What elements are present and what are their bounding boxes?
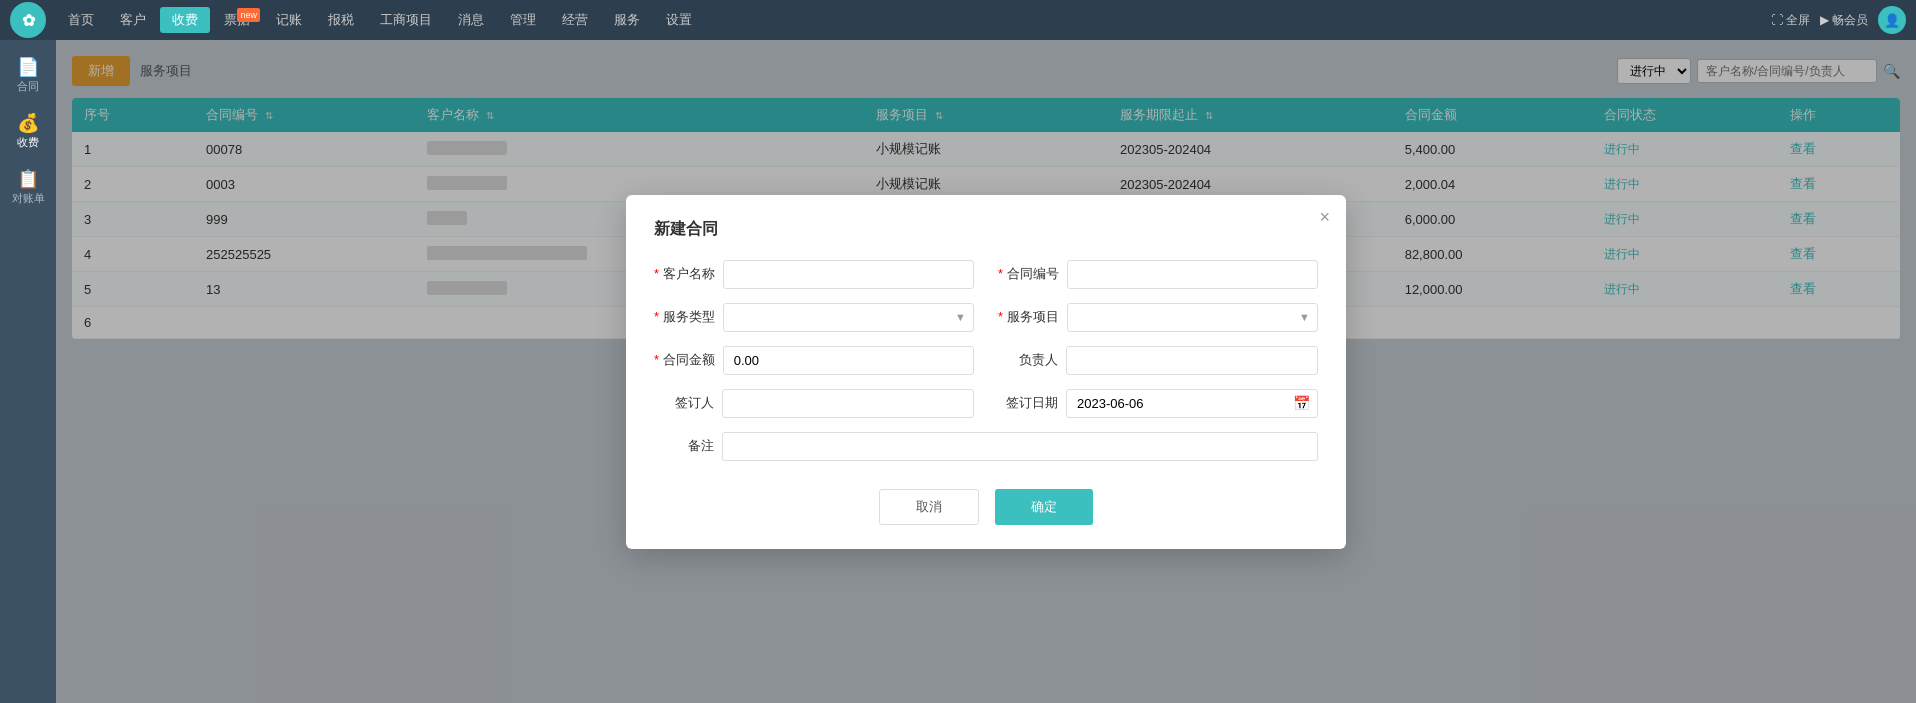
- sidebar-item-contract[interactable]: 📄 合同: [0, 50, 56, 102]
- remark-row: 备注: [654, 432, 1318, 461]
- signer-label: 签订人: [654, 394, 714, 412]
- nav-items: 首页 客户 收费 票据 new 记账 报税 工商项目 消息 管理 经营 服务 设…: [56, 7, 1771, 33]
- new-badge: new: [237, 8, 260, 22]
- statement-icon: 📋: [17, 170, 39, 188]
- contract-amount-input[interactable]: [723, 346, 974, 375]
- contract-no-label: 合同编号: [998, 265, 1059, 283]
- cancel-button[interactable]: 取消: [879, 489, 979, 525]
- sign-date-wrapper: 📅: [1066, 389, 1318, 418]
- play-icon: ▶: [1820, 13, 1829, 27]
- confirm-button[interactable]: 确定: [995, 489, 1093, 525]
- service-item-select[interactable]: [1067, 303, 1318, 332]
- contract-amount-label: 合同金额: [654, 351, 715, 369]
- sidebar-label-statement: 对账单: [12, 191, 45, 206]
- modal-overlay: 新建合同 × 客户名称 合同编号 服务类型: [56, 40, 1916, 703]
- customer-name-input[interactable]: [723, 260, 974, 289]
- new-contract-modal: 新建合同 × 客户名称 合同编号 服务类型: [626, 195, 1346, 549]
- billing-icon: 💰: [17, 114, 39, 132]
- contract-amount-row: 合同金额: [654, 346, 974, 375]
- nav-business[interactable]: 工商项目: [368, 7, 444, 33]
- sidebar: 📄 合同 💰 收费 📋 对账单: [0, 40, 56, 703]
- sign-date-input[interactable]: [1066, 389, 1318, 418]
- nav-settings[interactable]: 设置: [654, 7, 704, 33]
- contract-no-row: 合同编号: [998, 260, 1318, 289]
- app-logo: ✿: [10, 2, 46, 38]
- service-type-select[interactable]: [723, 303, 974, 332]
- top-nav-right: ⛶ 全屏 ▶ 畅会员 👤: [1771, 6, 1906, 34]
- service-type-row: 服务类型 ▼: [654, 303, 974, 332]
- service-item-label: 服务项目: [998, 308, 1059, 326]
- fullscreen-icon: ⛶: [1771, 13, 1783, 27]
- nav-home[interactable]: 首页: [56, 7, 106, 33]
- service-type-wrapper: ▼: [723, 303, 974, 332]
- contract-icon: 📄: [17, 58, 39, 76]
- logo-text: ✿: [22, 11, 35, 30]
- signer-input[interactable]: [722, 389, 974, 418]
- user-avatar[interactable]: 👤: [1878, 6, 1906, 34]
- member-button[interactable]: ▶ 畅会员: [1820, 12, 1868, 29]
- sidebar-item-statement[interactable]: 📋 对账单: [0, 162, 56, 214]
- remark-input[interactable]: [722, 432, 1318, 461]
- top-navigation: ✿ 首页 客户 收费 票据 new 记账 报税 工商项目 消息 管理 经营 服务…: [0, 0, 1916, 40]
- responsible-input[interactable]: [1066, 346, 1318, 375]
- nav-operation[interactable]: 经营: [550, 7, 600, 33]
- service-item-wrapper: ▼: [1067, 303, 1318, 332]
- modal-footer: 取消 确定: [654, 489, 1318, 525]
- signer-row: 签订人: [654, 389, 974, 418]
- sign-date-row: 签订日期 📅: [998, 389, 1318, 418]
- nav-manage[interactable]: 管理: [498, 7, 548, 33]
- form-grid: 客户名称 合同编号 服务类型 ▼: [654, 260, 1318, 461]
- nav-customer[interactable]: 客户: [108, 7, 158, 33]
- nav-invoice[interactable]: 票据 new: [212, 7, 262, 33]
- sidebar-label-contract: 合同: [17, 79, 39, 94]
- customer-name-label: 客户名称: [654, 265, 715, 283]
- nav-billing[interactable]: 收费: [160, 7, 210, 33]
- responsible-row: 负责人: [998, 346, 1318, 375]
- service-item-row: 服务项目 ▼: [998, 303, 1318, 332]
- nav-tax[interactable]: 报税: [316, 7, 366, 33]
- nav-message[interactable]: 消息: [446, 7, 496, 33]
- responsible-label: 负责人: [998, 351, 1058, 369]
- sign-date-label: 签订日期: [998, 394, 1058, 412]
- sidebar-label-billing: 收费: [17, 135, 39, 150]
- nav-service[interactable]: 服务: [602, 7, 652, 33]
- calendar-icon: 📅: [1293, 395, 1310, 411]
- remark-label: 备注: [654, 437, 714, 455]
- contract-no-input[interactable]: [1067, 260, 1318, 289]
- nav-bookkeeping[interactable]: 记账: [264, 7, 314, 33]
- main-layout: 📄 合同 💰 收费 📋 对账单 新增 服务项目 进行中 已完成 已终止 🔍: [0, 40, 1916, 703]
- modal-title: 新建合同: [654, 219, 1318, 240]
- fullscreen-button[interactable]: ⛶ 全屏: [1771, 12, 1810, 29]
- modal-close-button[interactable]: ×: [1319, 207, 1330, 228]
- customer-name-row: 客户名称: [654, 260, 974, 289]
- sidebar-item-billing[interactable]: 💰 收费: [0, 106, 56, 158]
- main-content: 新增 服务项目 进行中 已完成 已终止 🔍 序号 合同编号: [56, 40, 1916, 703]
- service-type-label: 服务类型: [654, 308, 715, 326]
